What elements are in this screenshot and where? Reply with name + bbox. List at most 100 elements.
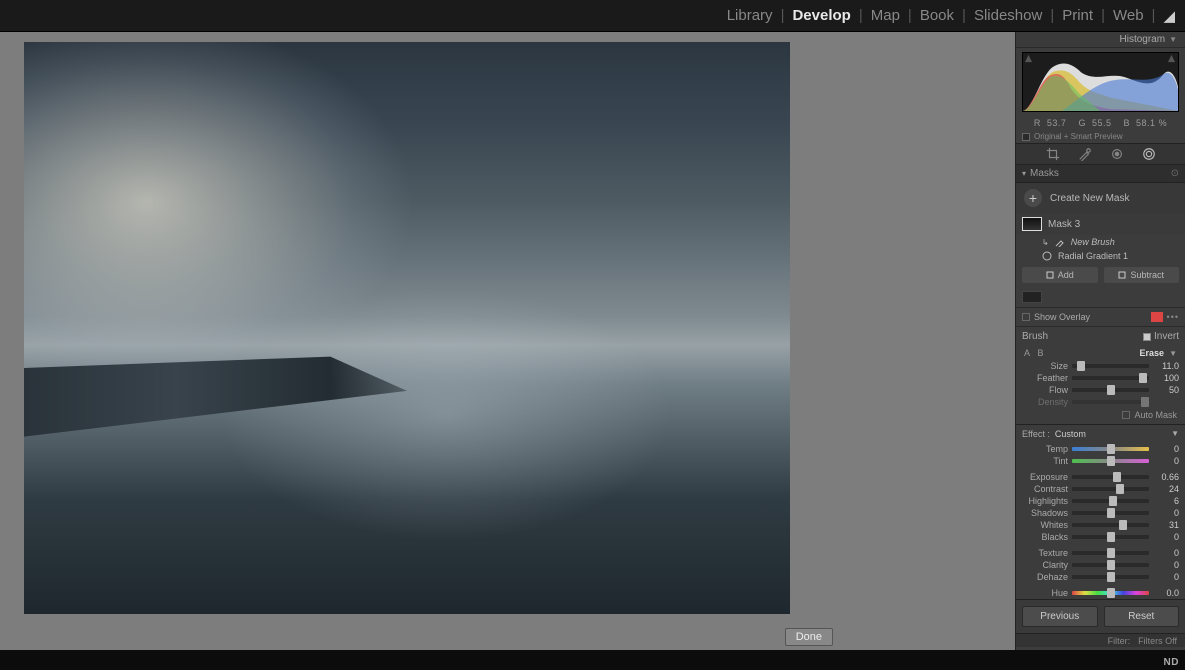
previous-button[interactable]: Previous (1022, 606, 1098, 627)
slider-tint[interactable]: Tint0 (1016, 455, 1185, 467)
slider-knob[interactable] (1107, 508, 1115, 518)
slider-whites[interactable]: Whites31 (1016, 519, 1185, 531)
automask-checkbox[interactable] (1122, 411, 1130, 419)
slider-exposure[interactable]: Exposure0.66 (1016, 471, 1185, 483)
slider-shadows[interactable]: Shadows0 (1016, 507, 1185, 519)
slider-knob[interactable] (1141, 397, 1149, 407)
slider-knob[interactable] (1107, 588, 1115, 598)
filters-off-label[interactable]: Filters Off (1138, 636, 1177, 646)
slider-label: Shadows (1022, 508, 1068, 518)
slider-flow[interactable]: Flow50 (1016, 384, 1185, 396)
histogram-header[interactable]: Histogram▼ (1016, 32, 1185, 48)
module-tab-print[interactable]: Print (1058, 7, 1097, 24)
redeye-tool-icon[interactable] (1110, 147, 1124, 161)
canvas-toolbar: Done (24, 628, 833, 646)
brush-b-button[interactable]: B (1038, 348, 1044, 358)
slider-density[interactable]: Density (1016, 396, 1185, 408)
slider-knob[interactable] (1116, 484, 1124, 494)
module-tab-map[interactable]: Map (867, 7, 904, 24)
slider-clarity[interactable]: Clarity 0 (1016, 559, 1185, 571)
slider-track[interactable] (1072, 376, 1149, 380)
slider-track[interactable] (1072, 364, 1149, 368)
mask-add-button[interactable]: Add (1022, 267, 1098, 283)
slider-highlights[interactable]: Highlights6 (1016, 495, 1185, 507)
slider-track[interactable] (1072, 447, 1149, 451)
slider-knob[interactable] (1077, 361, 1085, 371)
slider-track[interactable] (1072, 459, 1149, 463)
slider-dehaze[interactable]: Dehaze0 (1016, 571, 1185, 583)
masks-options-icon[interactable]: ⊙ (1171, 168, 1179, 179)
slider-knob[interactable] (1109, 496, 1117, 506)
disclosure-triangle-icon[interactable]: ▼ (1171, 429, 1179, 439)
reset-button[interactable]: Reset (1104, 606, 1180, 627)
slider-texture[interactable]: Texture0 (1016, 547, 1185, 559)
slider-track[interactable] (1072, 400, 1149, 404)
masks-panel-header[interactable]: ▾Masks ⊙ (1016, 165, 1185, 183)
create-mask-row[interactable]: + Create New Mask (1016, 183, 1185, 213)
overlay-color-swatch[interactable] (1151, 312, 1163, 322)
mask-component-brush[interactable]: ↳ New Brush (1016, 235, 1185, 249)
slider-track[interactable] (1072, 475, 1149, 479)
slider-blacks[interactable]: Blacks0 (1016, 531, 1185, 543)
slider-track[interactable] (1072, 563, 1149, 567)
slider-knob[interactable] (1107, 385, 1115, 395)
slider-knob[interactable] (1107, 456, 1115, 466)
slider-track[interactable] (1072, 575, 1149, 579)
slider-knob[interactable] (1107, 572, 1115, 582)
slider-knob[interactable] (1119, 520, 1127, 530)
slider-temp[interactable]: Temp0 (1016, 443, 1185, 455)
slider-contrast[interactable]: Contrast24 (1016, 483, 1185, 495)
mask-subtract-button[interactable]: Subtract (1104, 267, 1180, 283)
slider-track[interactable] (1072, 591, 1149, 595)
mask-item-active[interactable]: Mask 3 (1016, 213, 1185, 235)
slider-size[interactable]: Size11.0 (1016, 360, 1185, 372)
heal-tool-icon[interactable] (1078, 147, 1092, 161)
slider-knob[interactable] (1107, 444, 1115, 454)
smart-preview-row[interactable]: Original + Smart Preview (1016, 130, 1185, 143)
invert-checkbox[interactable] (1143, 333, 1151, 341)
panel-collapse-icon[interactable]: ◢ (1159, 7, 1179, 25)
slider-label: Clarity (1022, 560, 1068, 570)
module-tab-book[interactable]: Book (916, 7, 958, 24)
crop-tool-icon[interactable] (1046, 147, 1060, 161)
slider-value: 0 (1153, 560, 1179, 570)
module-tab-web[interactable]: Web (1109, 7, 1148, 24)
histogram[interactable] (1022, 52, 1179, 112)
slider-track[interactable] (1072, 523, 1149, 527)
slider-track[interactable] (1072, 551, 1149, 555)
done-button[interactable]: Done (785, 628, 833, 646)
module-tab-library[interactable]: Library (723, 7, 777, 24)
slider-track[interactable] (1072, 535, 1149, 539)
slider-knob[interactable] (1107, 532, 1115, 542)
mask-thumb-icon (1022, 291, 1042, 303)
overlay-options-icon[interactable]: ••• (1167, 312, 1179, 322)
module-tab-develop[interactable]: Develop (788, 7, 854, 24)
slider-knob[interactable] (1113, 472, 1121, 482)
brush-a-button[interactable]: A (1024, 348, 1030, 358)
plus-icon[interactable]: + (1024, 189, 1042, 207)
filter-bar: Filter: Filters Off (1016, 633, 1185, 647)
disclosure-triangle-icon[interactable]: ▼ (1169, 349, 1177, 358)
slider-feather[interactable]: Feather100 (1016, 372, 1185, 384)
slider-knob[interactable] (1107, 548, 1115, 558)
photo-canvas[interactable] (24, 42, 790, 614)
module-tab-slideshow[interactable]: Slideshow (970, 7, 1046, 24)
slider-knob[interactable] (1139, 373, 1147, 383)
histogram-title: Histogram (1120, 34, 1166, 45)
canvas-area: Done (0, 32, 1015, 650)
mask-component-radial[interactable]: Radial Gradient 1 (1016, 249, 1185, 263)
slider-hue[interactable]: Hue0.0 (1016, 587, 1185, 599)
invert-toggle[interactable]: Invert (1143, 331, 1179, 342)
automask-row[interactable]: Auto Mask (1016, 408, 1185, 424)
slider-track[interactable] (1072, 487, 1149, 491)
masking-tool-icon[interactable] (1142, 147, 1156, 161)
slider-track[interactable] (1072, 499, 1149, 503)
show-overlay-checkbox[interactable] (1022, 313, 1030, 321)
smart-preview-checkbox[interactable] (1022, 133, 1030, 141)
effect-preset[interactable]: Custom (1055, 429, 1086, 439)
slider-track[interactable] (1072, 511, 1149, 515)
slider-knob[interactable] (1107, 560, 1115, 570)
mask-item-2[interactable] (1016, 287, 1185, 307)
brush-erase-button[interactable]: Erase (1140, 348, 1165, 358)
slider-track[interactable] (1072, 388, 1149, 392)
